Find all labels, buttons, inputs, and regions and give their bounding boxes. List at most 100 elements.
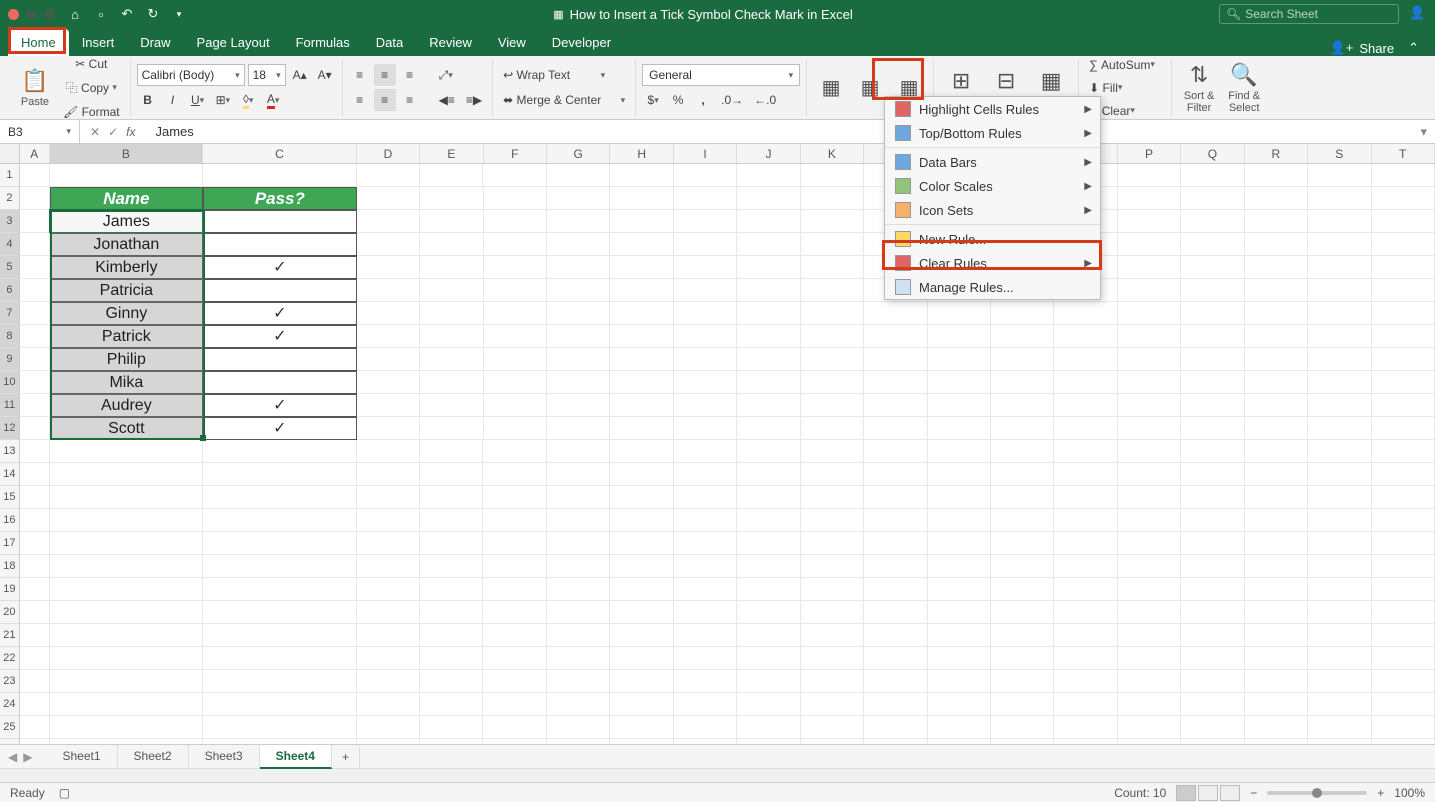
cell-G22[interactable] <box>547 647 610 670</box>
cell-K3[interactable] <box>801 210 864 233</box>
cell-A18[interactable] <box>20 555 50 578</box>
cell-D22[interactable] <box>357 647 420 670</box>
cell-H8[interactable] <box>610 325 673 348</box>
cell-S21[interactable] <box>1308 624 1371 647</box>
cf-menu-clear-rules[interactable]: Clear Rules▶ <box>885 251 1100 275</box>
cell-S3[interactable] <box>1308 210 1371 233</box>
cell-C26[interactable] <box>203 739 357 744</box>
cell-G1[interactable] <box>547 164 610 187</box>
cell-H1[interactable] <box>610 164 673 187</box>
tab-review[interactable]: Review <box>416 29 485 56</box>
worksheet-grid[interactable]: ABCDEFGHIJKLMNOPQRST 12NamePass?3James4J… <box>0 144 1435 744</box>
cell-F17[interactable] <box>483 532 546 555</box>
cell-C15[interactable] <box>203 486 357 509</box>
cell-C23[interactable] <box>203 670 357 693</box>
cell-E5[interactable] <box>420 256 483 279</box>
row-header-9[interactable]: 9 <box>0 348 20 371</box>
cell-K5[interactable] <box>801 256 864 279</box>
cell-I25[interactable] <box>674 716 737 739</box>
cell-B4[interactable]: Jonathan <box>50 233 204 256</box>
cell-Q13[interactable] <box>1181 440 1244 463</box>
wrap-text-button[interactable]: ↩ Wrap Text▾ <box>499 64 609 86</box>
cell-E9[interactable] <box>420 348 483 371</box>
cell-F23[interactable] <box>483 670 546 693</box>
cell-P20[interactable] <box>1118 601 1181 624</box>
column-header-J[interactable]: J <box>737 144 800 163</box>
cell-M12[interactable] <box>928 417 991 440</box>
cell-R3[interactable] <box>1245 210 1308 233</box>
cell-H26[interactable] <box>610 739 673 744</box>
increase-font-button[interactable]: A▴ <box>289 64 311 86</box>
cell-J17[interactable] <box>737 532 800 555</box>
page-break-view-button[interactable] <box>1220 785 1240 801</box>
cell-E17[interactable] <box>420 532 483 555</box>
cell-K18[interactable] <box>801 555 864 578</box>
format-painter-button[interactable]: 🖌 Format <box>59 101 124 123</box>
cell-A8[interactable] <box>20 325 50 348</box>
cell-K14[interactable] <box>801 463 864 486</box>
cell-T11[interactable] <box>1372 394 1435 417</box>
cell-O14[interactable] <box>1054 463 1117 486</box>
cell-M18[interactable] <box>928 555 991 578</box>
cell-C7[interactable]: ✓ <box>203 302 357 325</box>
cell-E16[interactable] <box>420 509 483 532</box>
select-all-corner[interactable] <box>0 144 20 163</box>
cell-M23[interactable] <box>928 670 991 693</box>
cell-C20[interactable] <box>203 601 357 624</box>
cell-H20[interactable] <box>610 601 673 624</box>
row-header-20[interactable]: 20 <box>0 601 20 624</box>
row-header-19[interactable]: 19 <box>0 578 20 601</box>
zoom-window-icon[interactable] <box>44 9 55 20</box>
format-as-table-button[interactable]: ▦ <box>852 60 888 116</box>
cell-I12[interactable] <box>674 417 737 440</box>
cell-D15[interactable] <box>357 486 420 509</box>
cell-M26[interactable] <box>928 739 991 744</box>
cell-O12[interactable] <box>1054 417 1117 440</box>
cell-B2[interactable]: Name <box>50 187 204 210</box>
cell-J3[interactable] <box>737 210 800 233</box>
cell-G2[interactable] <box>547 187 610 210</box>
cell-S5[interactable] <box>1308 256 1371 279</box>
cell-C25[interactable] <box>203 716 357 739</box>
tab-view[interactable]: View <box>485 29 539 56</box>
cell-B15[interactable] <box>50 486 204 509</box>
cell-R19[interactable] <box>1245 578 1308 601</box>
cell-O9[interactable] <box>1054 348 1117 371</box>
cell-K25[interactable] <box>801 716 864 739</box>
cell-G13[interactable] <box>547 440 610 463</box>
decrease-decimal-button[interactable]: ←.0 <box>750 89 780 111</box>
cell-C21[interactable] <box>203 624 357 647</box>
cell-M10[interactable] <box>928 371 991 394</box>
increase-indent-button[interactable]: ≡▶ <box>462 89 486 111</box>
cell-F6[interactable] <box>484 279 547 302</box>
cell-E11[interactable] <box>420 394 483 417</box>
cf-menu-color-scales[interactable]: Color Scales▶ <box>885 174 1100 198</box>
cell-J14[interactable] <box>737 463 800 486</box>
cell-M20[interactable] <box>928 601 991 624</box>
cell-M19[interactable] <box>928 578 991 601</box>
column-header-T[interactable]: T <box>1372 144 1435 163</box>
cell-F3[interactable] <box>484 210 547 233</box>
cell-C8[interactable]: ✓ <box>203 325 357 348</box>
cell-F13[interactable] <box>483 440 546 463</box>
cell-F10[interactable] <box>484 371 547 394</box>
cell-T17[interactable] <box>1372 532 1435 555</box>
cell-J9[interactable] <box>737 348 800 371</box>
cell-C2[interactable]: Pass? <box>203 187 357 210</box>
row-header-14[interactable]: 14 <box>0 463 20 486</box>
cell-K10[interactable] <box>801 371 864 394</box>
cell-K2[interactable] <box>801 187 864 210</box>
cell-A25[interactable] <box>20 716 50 739</box>
cell-L7[interactable] <box>864 302 927 325</box>
cell-P16[interactable] <box>1118 509 1181 532</box>
align-left-button[interactable]: ≡ <box>349 89 371 111</box>
cell-O7[interactable] <box>1054 302 1117 325</box>
cell-E6[interactable] <box>420 279 483 302</box>
cell-E13[interactable] <box>420 440 483 463</box>
cell-N14[interactable] <box>991 463 1054 486</box>
cell-A6[interactable] <box>20 279 50 302</box>
cell-Q18[interactable] <box>1181 555 1244 578</box>
cell-H4[interactable] <box>610 233 673 256</box>
cell-I14[interactable] <box>674 463 737 486</box>
minimize-window-icon[interactable] <box>26 9 37 20</box>
